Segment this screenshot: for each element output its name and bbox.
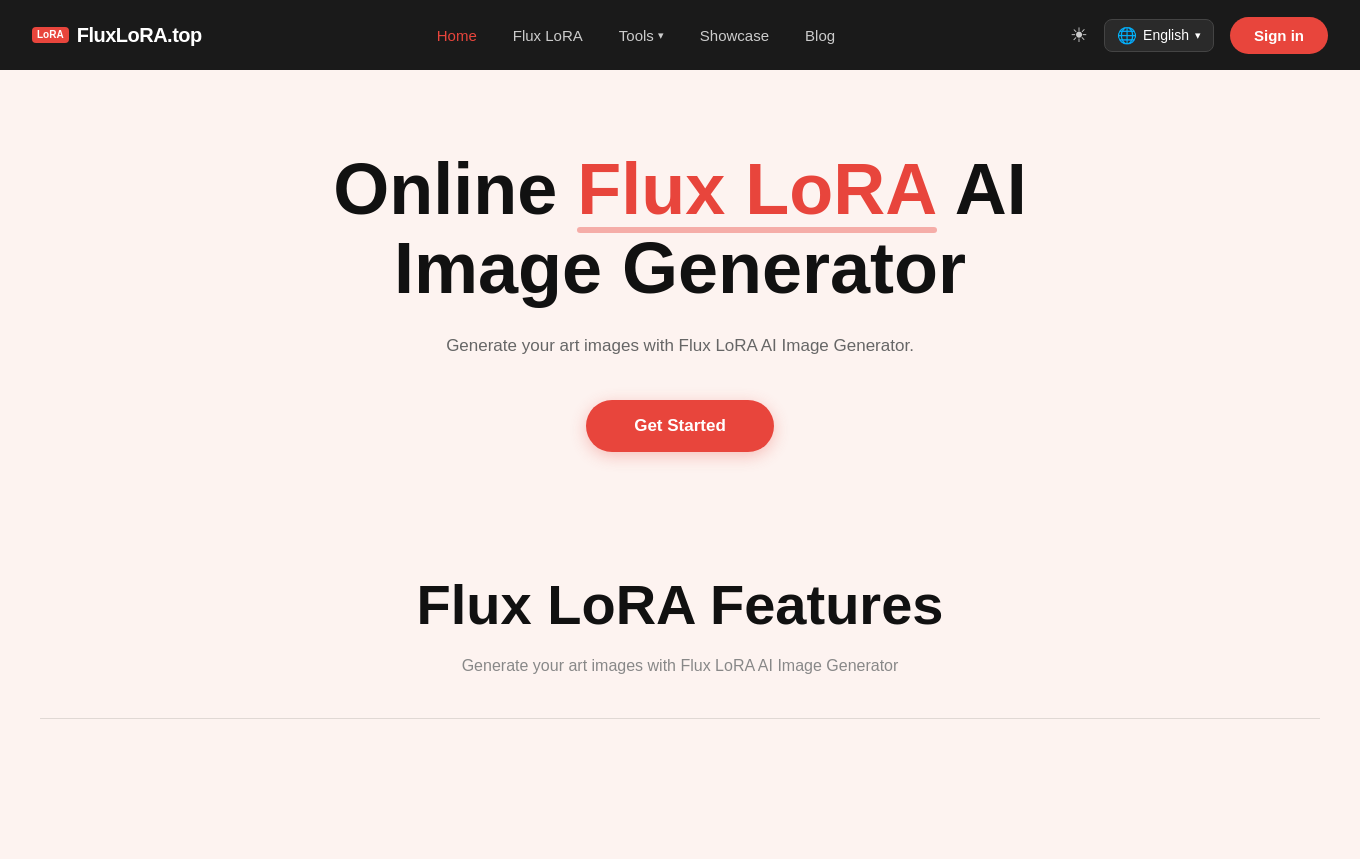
nav-showcase[interactable]: Showcase [700, 27, 769, 44]
language-selector[interactable]: 🌐 English ▾ [1104, 19, 1214, 52]
logo-badge: LoRA [32, 27, 69, 43]
chevron-down-icon: ▾ [658, 29, 664, 42]
brand: LoRA FluxLoRA.top [32, 24, 202, 47]
hero-section: Online Flux LoRA AIImage Generator Gener… [0, 70, 1360, 512]
nav-links: Home Flux LoRA Tools ▾ Showcase Blog [437, 27, 835, 44]
logo-text: FluxLoRA.top [77, 24, 202, 47]
get-started-button[interactable]: Get Started [586, 400, 774, 452]
nav-tools-dropdown[interactable]: Tools ▾ [619, 27, 664, 44]
nav-home[interactable]: Home [437, 27, 477, 44]
theme-toggle-button[interactable]: ☀ [1070, 23, 1088, 47]
features-subtitle: Generate your art images with Flux LoRA … [462, 653, 899, 679]
features-section: Flux LoRA Features Generate your art ima… [0, 512, 1360, 760]
nav-right: ☀ 🌐 English ▾ Sign in [1070, 17, 1328, 54]
sign-in-button[interactable]: Sign in [1230, 17, 1328, 54]
features-title: Flux LoRA Features [417, 572, 944, 637]
logo-flux: FluxLoRA [77, 24, 167, 46]
language-label: English [1143, 27, 1189, 43]
hero-title-highlight: Flux LoRA [577, 150, 937, 229]
sun-icon: ☀ [1070, 23, 1088, 47]
globe-icon: 🌐 [1117, 26, 1137, 45]
lang-chevron-icon: ▾ [1195, 29, 1201, 42]
hero-subtitle: Generate your art images with Flux LoRA … [446, 332, 914, 359]
hero-title-prefix: Online [333, 149, 577, 229]
navbar: LoRA FluxLoRA.top Home Flux LoRA Tools ▾… [0, 0, 1360, 70]
nav-blog[interactable]: Blog [805, 27, 835, 44]
nav-tools-label: Tools [619, 27, 654, 44]
section-divider [40, 718, 1320, 719]
nav-flux-lora[interactable]: Flux LoRA [513, 27, 583, 44]
logo-dot-top: .top [167, 24, 202, 46]
hero-title: Online Flux LoRA AIImage Generator [333, 150, 1026, 308]
